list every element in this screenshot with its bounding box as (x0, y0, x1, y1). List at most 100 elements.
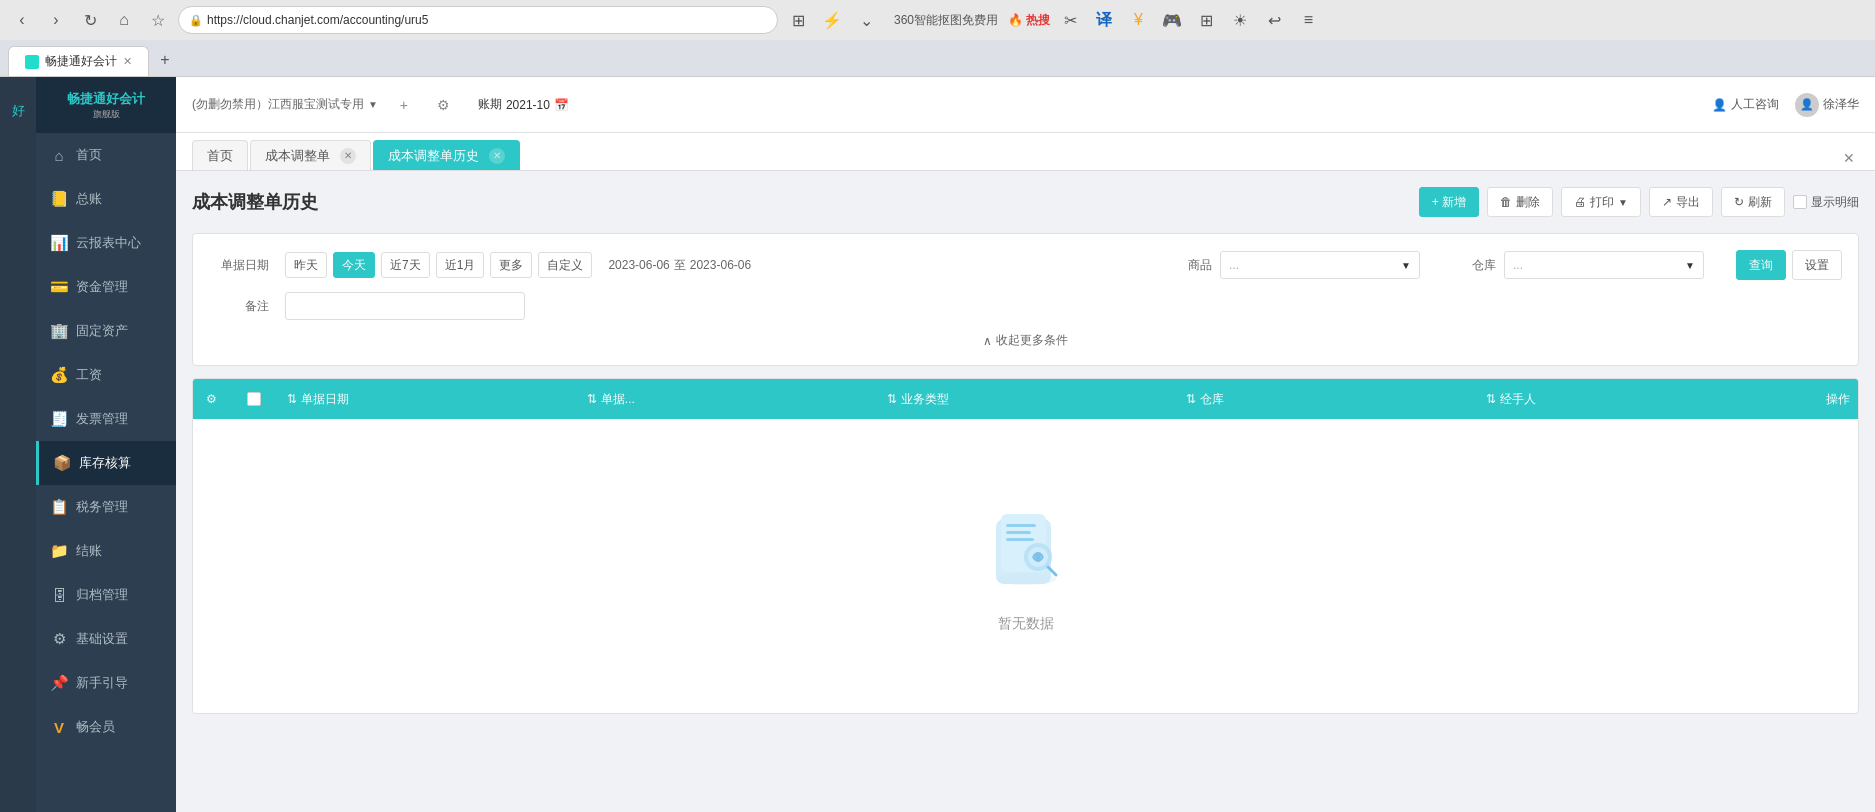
browser-menu-button[interactable]: ≡ (1294, 6, 1322, 34)
goods-select[interactable]: ... ▼ (1220, 251, 1420, 279)
date-separator: 至 (674, 257, 686, 274)
th-checkbox[interactable] (229, 392, 279, 406)
note-input[interactable] (285, 292, 525, 320)
grid-button[interactable]: ⊞ (1192, 6, 1220, 34)
sidebar-item-guide[interactable]: 📌 新手引导 (36, 661, 176, 705)
print-button[interactable]: 🖨 打印 ▼ (1561, 187, 1641, 217)
th-number-sort-icon: ⇅ (587, 392, 597, 406)
service-button[interactable]: 👤 人工咨询 (1712, 96, 1779, 113)
home-button[interactable]: ⌂ (110, 6, 138, 34)
sidebar-item-inventory[interactable]: 📦 库存核算 (36, 441, 176, 485)
sidebar-item-salary[interactable]: 💰 工资 (36, 353, 176, 397)
sidebar-item-tax[interactable]: 📋 税务管理 (36, 485, 176, 529)
translate-button[interactable]: 译 (1090, 6, 1118, 34)
sidebar-item-invoice[interactable]: 🧾 发票管理 (36, 397, 176, 441)
sidebar-item-funds[interactable]: 💳 资金管理 (36, 265, 176, 309)
sidebar-item-home[interactable]: ⌂ 首页 (36, 133, 176, 177)
wallet-button[interactable]: ¥ (1124, 6, 1152, 34)
invoice-icon: 🧾 (50, 410, 68, 428)
bookmark-button[interactable]: ☆ (144, 6, 172, 34)
user-menu[interactable]: 👤 徐泽华 (1795, 93, 1859, 117)
icon-sidebar-logo[interactable]: 好 (0, 83, 36, 139)
extensions-button[interactable]: ⊞ (784, 6, 812, 34)
date-btn-more[interactable]: 更多 (490, 252, 532, 278)
sidebar-item-archive[interactable]: 🗄 归档管理 (36, 573, 176, 617)
main-content: (勿删勿禁用）江西服宝测试专用 ▼ + ⚙ 账期 2021-10 📅 👤 人工咨… (176, 77, 1875, 812)
tab-home[interactable]: 首页 (192, 140, 248, 170)
sidebar-item-closing[interactable]: 📁 结账 (36, 529, 176, 573)
date-btn-today[interactable]: 今天 (333, 252, 375, 278)
new-tab-button[interactable]: + (151, 46, 179, 74)
browser-tab-active[interactable]: 畅捷通好会计 ✕ (8, 46, 149, 76)
scissors-button[interactable]: ✂ (1056, 6, 1084, 34)
th-handler-label: 经手人 (1500, 391, 1536, 408)
closing-icon: 📁 (50, 542, 68, 560)
inventory-icon: 📦 (53, 454, 71, 472)
th-actions-label: 操作 (1826, 391, 1850, 408)
sidebar-item-reports[interactable]: 📊 云报表中心 (36, 221, 176, 265)
empty-state-illustration (976, 499, 1076, 599)
company-dropdown-icon: ▼ (368, 99, 378, 110)
date-from: 2023-06-06 (608, 258, 669, 272)
delete-button[interactable]: 🗑 删除 (1487, 187, 1553, 217)
forward-button[interactable]: › (42, 6, 70, 34)
tab-cost-adjust-close[interactable]: ✕ (340, 148, 356, 164)
collapse-button[interactable]: ∧ 收起更多条件 (983, 332, 1068, 349)
collapse-container: ∧ 收起更多条件 (209, 332, 1842, 349)
goods-select-placeholder: ... (1229, 258, 1239, 272)
game-button[interactable]: 🎮 (1158, 6, 1186, 34)
undo-button[interactable]: ↩ (1260, 6, 1288, 34)
display-toggle-checkbox[interactable] (1793, 195, 1807, 209)
th-warehouse[interactable]: ⇅ 仓库 (1178, 391, 1478, 408)
sidebar-item-membership[interactable]: V 畅会员 (36, 705, 176, 749)
sidebar-logo[interactable]: 畅捷通好会计 旗舰版 (36, 77, 176, 133)
brightness-button[interactable]: ☀ (1226, 6, 1254, 34)
date-btn-1month[interactable]: 近1月 (436, 252, 485, 278)
date-btn-7days[interactable]: 近7天 (381, 252, 430, 278)
sidebar-item-invoice-label: 发票管理 (76, 410, 128, 428)
browser-tabs: 畅捷通好会计 ✕ + (0, 40, 1875, 76)
empty-text: 暂无数据 (998, 615, 1054, 633)
company-dropdown[interactable]: (勿删勿禁用）江西服宝测试专用 ▼ (192, 96, 378, 113)
lightning-button[interactable]: ⚡ (818, 6, 846, 34)
export-button[interactable]: ↗ 导出 (1649, 187, 1713, 217)
url-text: https://cloud.chanjet.com/accounting/uru… (207, 13, 428, 27)
back-button[interactable]: ‹ (8, 6, 36, 34)
display-toggle[interactable]: 显示明细 (1793, 194, 1859, 211)
reset-button[interactable]: 设置 (1792, 250, 1842, 280)
date-btn-yesterday[interactable]: 昨天 (285, 252, 327, 278)
user-name: 徐泽华 (1823, 96, 1859, 113)
sidebar-item-ledger[interactable]: 📒 总账 (36, 177, 176, 221)
refresh-button[interactable]: ↻ (76, 6, 104, 34)
close-all-tabs-button[interactable]: ✕ (1839, 146, 1859, 170)
sidebar-item-tax-label: 税务管理 (76, 498, 128, 516)
address-bar[interactable]: 🔒 https://cloud.chanjet.com/accounting/u… (178, 6, 778, 34)
sidebar-item-fixed-assets[interactable]: 🏢 固定资产 (36, 309, 176, 353)
date-filter-label: 单据日期 (209, 257, 269, 274)
refresh-button-page[interactable]: ↻ 刷新 (1721, 187, 1785, 217)
tab-cost-adjust-history[interactable]: 成本调整单历史 ✕ (373, 140, 520, 170)
tab-cost-adjust-history-close[interactable]: ✕ (489, 148, 505, 164)
sidebar-item-inventory-label: 库存核算 (79, 454, 131, 472)
th-type[interactable]: ⇅ 业务类型 (879, 391, 1179, 408)
th-number[interactable]: ⇅ 单据... (579, 391, 879, 408)
th-handler[interactable]: ⇅ 经手人 (1478, 391, 1778, 408)
date-btn-custom[interactable]: 自定义 (538, 252, 592, 278)
calendar-icon[interactable]: 📅 (554, 98, 569, 112)
add-company-button[interactable]: + (390, 91, 418, 119)
company-settings-button[interactable]: ⚙ (430, 91, 458, 119)
tab-cost-adjust[interactable]: 成本调整单 ✕ (250, 140, 371, 170)
display-label: 显示明细 (1811, 194, 1859, 211)
add-button[interactable]: + 新增 (1419, 187, 1479, 217)
browser-tab-close[interactable]: ✕ (123, 55, 132, 68)
period-display: 账期 2021-10 📅 (478, 96, 569, 113)
date-range-display: 2023-06-06 至 2023-06-06 (608, 257, 751, 274)
th-settings[interactable]: ⚙ (193, 392, 229, 406)
warehouse-select[interactable]: ... ▼ (1504, 251, 1704, 279)
home-icon: ⌂ (50, 147, 68, 164)
sidebar-item-settings[interactable]: ⚙ 基础设置 (36, 617, 176, 661)
menu-dropdown-button[interactable]: ⌄ (852, 6, 880, 34)
th-date[interactable]: ⇅ 单据日期 (279, 391, 579, 408)
search-button[interactable]: 查询 (1736, 250, 1786, 280)
select-all-checkbox[interactable] (247, 392, 261, 406)
